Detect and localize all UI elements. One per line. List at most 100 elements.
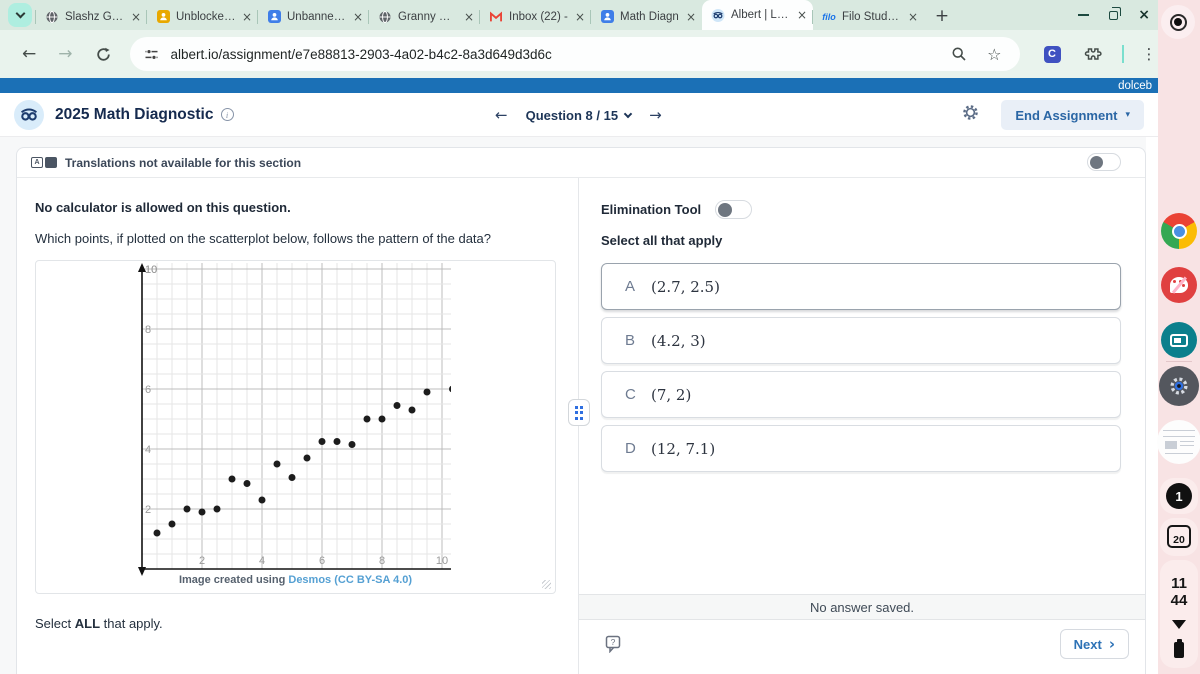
option-value: (7, 2) — [651, 385, 692, 404]
option-value: (12, 7.1) — [651, 439, 716, 458]
chevron-down-icon — [623, 109, 633, 119]
calendar-icon[interactable]: 20 — [1167, 525, 1191, 548]
tab-slashz[interactable]: Slashz Githu × — [35, 3, 147, 30]
nav-down-icon[interactable] — [1172, 620, 1186, 629]
svg-text:2: 2 — [145, 504, 151, 516]
svg-text:4: 4 — [259, 555, 265, 567]
close-icon[interactable]: × — [131, 10, 141, 24]
browser-toolbar: ← → albert.io/assignment/e7e88813-2903-4… — [0, 30, 1158, 78]
option-a[interactable]: A (2.7, 2.5) — [601, 263, 1121, 310]
chrome-icon[interactable] — [1161, 213, 1197, 249]
feedback-icon[interactable]: ? — [605, 635, 622, 658]
close-icon[interactable]: × — [797, 8, 807, 22]
svg-text:10: 10 — [436, 555, 448, 567]
close-icon[interactable]: × — [464, 10, 474, 24]
info-icon[interactable]: i — [220, 108, 234, 121]
prev-question-button[interactable]: ← — [495, 106, 508, 124]
elimination-tool-label: Elimination Tool — [601, 202, 702, 217]
browser-menu-icon[interactable]: ⋮ — [1142, 45, 1157, 63]
chevron-down-icon — [15, 8, 25, 19]
option-b[interactable]: B (4.2, 3) — [601, 317, 1121, 364]
desmos-link[interactable]: Desmos — [288, 574, 331, 586]
select-all-instruction: Select ALL that apply. — [35, 616, 163, 631]
next-question-button[interactable]: → — [649, 106, 662, 124]
option-value: (2.7, 2.5) — [651, 277, 720, 296]
bookmarks-bar-text[interactable]: dolceb — [1118, 80, 1152, 92]
palette-icon[interactable] — [1161, 267, 1197, 303]
tab-label: Slashz Githu — [65, 10, 125, 23]
resize-handle-icon[interactable] — [542, 580, 551, 589]
tab-search-button[interactable] — [8, 3, 32, 27]
translations-toggle[interactable] — [1087, 153, 1121, 171]
end-assignment-button[interactable]: End Assignment ▾ — [1001, 100, 1144, 130]
bookmark-star-icon[interactable]: ☆ — [987, 45, 1001, 64]
scatterplot-svg: 2 4 6 8 1024681010 — [138, 263, 451, 576]
divider-drag-handle[interactable] — [568, 399, 590, 426]
settings-icon[interactable] — [1159, 366, 1199, 406]
close-icon[interactable]: × — [686, 10, 696, 24]
svg-text:4: 4 — [145, 444, 151, 456]
new-tab-button[interactable]: + — [930, 6, 954, 26]
next-button[interactable]: Next › — [1059, 629, 1129, 659]
svg-text:?: ? — [611, 637, 616, 647]
tab-unblocked[interactable]: Unblocked G × — [146, 3, 258, 30]
screencast-icon[interactable] — [1161, 322, 1197, 358]
scatterplot-figure: 2 4 6 8 10 2 4 6 8 10 10 Image created using Desmo… — [35, 260, 556, 594]
screen-record-icon[interactable] — [1161, 5, 1195, 39]
caret-down-icon: ▾ — [1125, 110, 1130, 120]
restore-button[interactable] — [1109, 7, 1122, 20]
tab-label: Granny Orig — [398, 10, 458, 23]
notification-badge[interactable]: 1 — [1166, 483, 1192, 509]
elimination-tool-toggle[interactable] — [715, 200, 753, 219]
bookmarks-bar: dolceb — [0, 78, 1158, 93]
close-icon[interactable]: × — [353, 10, 363, 24]
site-info-icon[interactable] — [144, 47, 159, 62]
close-icon[interactable]: × — [242, 10, 252, 24]
system-sidebar: 1 20 11 44 — [1157, 0, 1200, 674]
translations-bar: A Translations not available for this se… — [17, 148, 1145, 178]
settings-gear-icon[interactable] — [962, 104, 979, 126]
albert-logo — [14, 99, 44, 130]
question-panel: A Translations not available for this se… — [16, 147, 1146, 674]
question-column: No calculator is allowed on this questio… — [17, 178, 578, 674]
screenshot-thumbnail[interactable] — [1157, 420, 1200, 464]
tab-unbanned[interactable]: Unbanned G × — [257, 3, 369, 30]
tab-filo[interactable]: filo Filo Student × — [812, 3, 924, 30]
tab-label: Math Diagn — [620, 10, 679, 23]
assignment-header: 2025 Math Diagnostic i ← Question 8 / 15… — [0, 93, 1158, 137]
back-button[interactable]: ← — [22, 44, 36, 64]
toolbar-separator — [1121, 45, 1124, 63]
globe-icon — [45, 10, 59, 24]
close-window-button[interactable]: × — [1138, 7, 1150, 23]
minimize-button[interactable] — [1078, 14, 1090, 16]
license-link[interactable]: (CC BY-SA 4.0) — [334, 574, 412, 586]
address-bar[interactable]: albert.io/assignment/e7e88813-2903-4a02-… — [129, 37, 1020, 71]
close-icon[interactable]: × — [575, 10, 585, 24]
option-c[interactable]: C (7, 2) — [601, 371, 1121, 418]
url-text[interactable]: albert.io/assignment/e7e88813-2903-4a02-… — [171, 47, 952, 62]
question-dropdown[interactable]: Question 8 / 15 — [526, 108, 633, 123]
option-d[interactable]: D (12, 7.1) — [601, 425, 1121, 472]
question-content: No calculator is allowed on this questio… — [17, 178, 1145, 674]
translate-icon: A — [31, 157, 57, 168]
tab-math-diagnostic[interactable]: Math Diagn × — [590, 3, 702, 30]
question-navigation: ← Question 8 / 15 → — [495, 93, 662, 137]
zoom-icon[interactable] — [951, 46, 967, 62]
extensions-puzzle-icon[interactable] — [1083, 45, 1102, 63]
extension-c-icon[interactable]: C — [1043, 45, 1061, 63]
globe-icon — [378, 10, 392, 24]
answer-column: Elimination Tool Select all that apply A… — [579, 178, 1145, 674]
svg-text:6: 6 — [319, 555, 325, 567]
tab-albert-active[interactable]: Albert | Lear × — [702, 0, 813, 30]
reload-button[interactable] — [95, 46, 112, 63]
forward-button[interactable]: → — [58, 44, 72, 64]
image-attribution: Image created using Desmos (CC BY-SA 4.0… — [178, 574, 413, 586]
gmail-icon — [489, 10, 503, 24]
assignment-page: A Translations not available for this se… — [0, 137, 1146, 674]
tab-granny[interactable]: Granny Orig × — [368, 3, 480, 30]
svg-text:8: 8 — [145, 324, 151, 336]
answer-status: No answer saved. — [579, 594, 1145, 620]
close-icon[interactable]: × — [908, 10, 918, 24]
option-letter: C — [625, 386, 636, 403]
tab-inbox[interactable]: Inbox (22) - × — [479, 3, 591, 30]
